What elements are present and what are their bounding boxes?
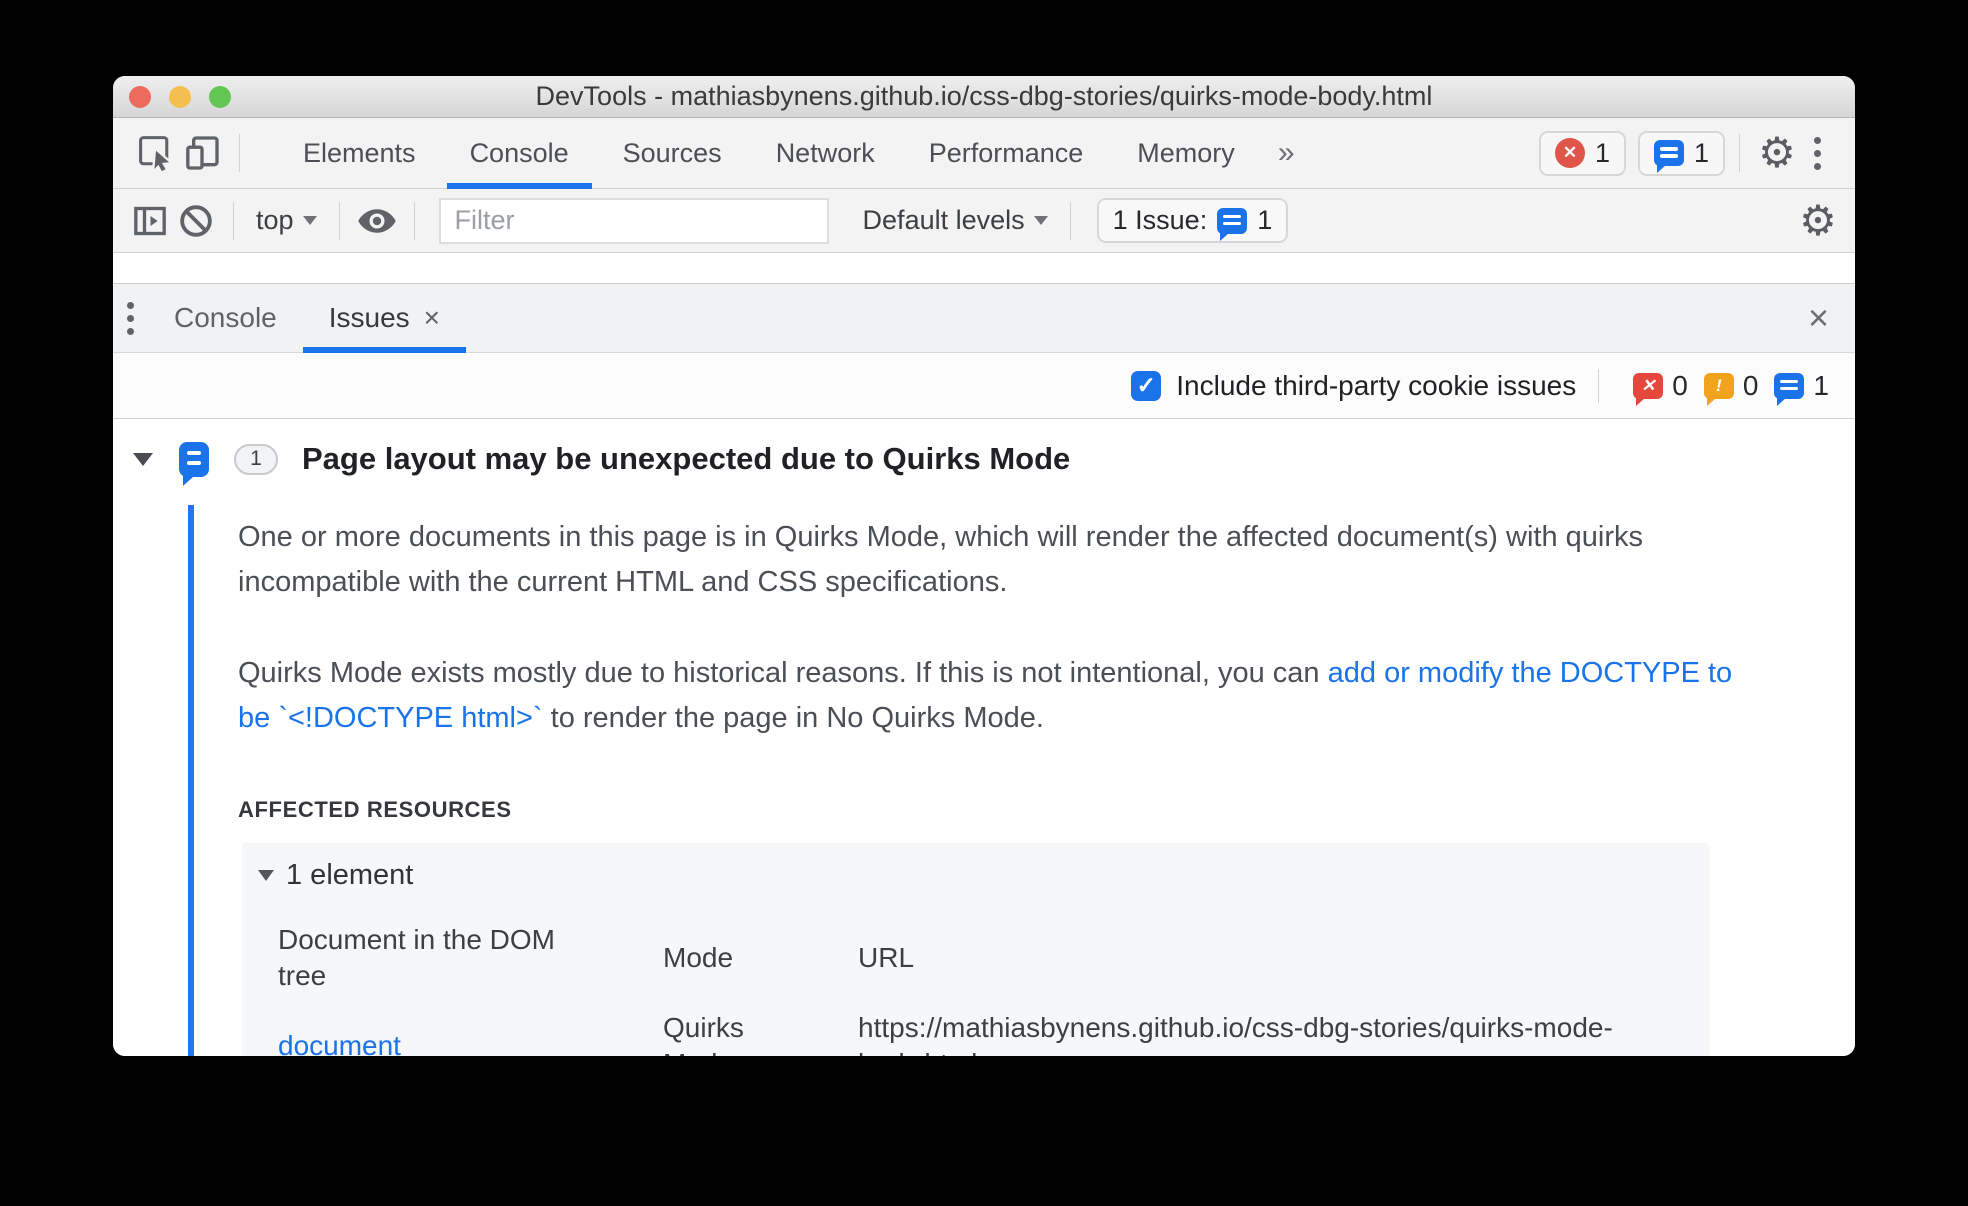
- close-window-button[interactable]: [129, 86, 151, 108]
- expand-triangle-icon: [258, 870, 274, 881]
- context-label: top: [256, 205, 294, 235]
- affected-resources-table: Document in the DOM tree Mode URL docume…: [278, 922, 1709, 1056]
- issue-description: One or more documents in this page is in…: [238, 521, 1643, 598]
- console-settings-gear-icon[interactable]: ⚙: [1795, 198, 1841, 244]
- log-levels-label: Default levels: [862, 205, 1025, 235]
- third-party-cookies-label[interactable]: Include third-party cookie issues: [1176, 370, 1576, 402]
- info-bubble-icon: [1774, 372, 1805, 406]
- chevron-down-icon: [302, 216, 317, 225]
- tab-sources[interactable]: Sources: [596, 118, 749, 188]
- tab-console[interactable]: Console: [443, 118, 596, 189]
- message-bubble-icon: [1217, 207, 1248, 241]
- title-bar: DevTools - mathiasbynens.github.io/css-d…: [113, 76, 1855, 118]
- inspect-element-icon[interactable]: [133, 130, 179, 176]
- toolbar-separator: [239, 134, 240, 172]
- warning-bubble-icon: !: [1703, 372, 1734, 406]
- document-link[interactable]: document: [278, 1030, 401, 1056]
- main-menu-icon[interactable]: [1800, 136, 1835, 170]
- issue-header[interactable]: 1 Page layout may be unexpected due to Q…: [113, 441, 1855, 486]
- table-row-url-cell: https://mathiasbynens.github.io/css-dbg-…: [858, 1012, 1613, 1056]
- issue-count-button[interactable]: 1: [1637, 130, 1725, 176]
- context-selector[interactable]: top: [248, 205, 325, 236]
- issue-kind-bubble-icon: [179, 441, 209, 486]
- issue-title: Page layout may be unexpected due to Qui…: [302, 441, 1071, 476]
- element-group-toggle[interactable]: 1 element: [258, 859, 1709, 892]
- devtools-window: DevTools - mathiasbynens.github.io/css-d…: [113, 76, 1855, 1056]
- third-party-cookies-checkbox[interactable]: ✓: [1131, 370, 1162, 401]
- drawer-tab-bar: Console Issues × ×: [113, 283, 1855, 353]
- chevron-down-icon: [1033, 216, 1048, 225]
- column-header-url: URL: [858, 942, 915, 973]
- message-bubble-icon: [1653, 140, 1684, 173]
- error-count-button[interactable]: ✕ 1: [1538, 130, 1626, 176]
- issues-warning-count: ! 0: [1703, 370, 1758, 406]
- tab-performance[interactable]: Performance: [902, 118, 1111, 188]
- settings-gear-icon[interactable]: ⚙: [1754, 130, 1800, 176]
- message-count: 1: [1693, 137, 1709, 168]
- column-header-mode: Mode: [663, 942, 734, 973]
- tab-memory[interactable]: Memory: [1110, 118, 1262, 188]
- element-group-label: 1 element: [286, 859, 414, 891]
- issue-body: One or more documents in this page is in…: [238, 515, 1815, 1056]
- toolbar-separator: [233, 201, 234, 240]
- more-tabs-icon[interactable]: »: [1262, 136, 1311, 170]
- log-levels-dropdown[interactable]: Default levels: [855, 205, 1056, 236]
- console-toolbar: top Default levels 1 Issue: 1 ⚙: [113, 189, 1855, 253]
- main-toolbar: Elements Console Sources Network Perform…: [113, 118, 1855, 189]
- affected-resources-panel: 1 element Document in the DOM tree Mode …: [242, 843, 1709, 1056]
- toolbar-separator: [1739, 134, 1740, 172]
- close-drawer-icon[interactable]: ×: [1782, 297, 1855, 339]
- issues-counter-label: 1 Issue:: [1112, 205, 1208, 235]
- issues-info-count: 1: [1774, 370, 1829, 406]
- live-expression-eye-icon[interactable]: [354, 198, 400, 244]
- tab-elements[interactable]: Elements: [276, 118, 443, 188]
- table-row-mode-cell: Quirks Mode: [663, 1012, 744, 1056]
- issues-panel-content: 1 Page layout may be unexpected due to Q…: [113, 419, 1855, 1056]
- traffic-lights: [129, 86, 231, 108]
- toolbar-separator: [413, 201, 415, 240]
- issue-resolution: Quirks Mode exists mostly due to histori…: [238, 657, 1733, 734]
- console-sidebar-icon[interactable]: [127, 198, 173, 244]
- issue-count-badge: 1: [234, 443, 278, 475]
- close-issues-tab-icon[interactable]: ×: [424, 302, 440, 334]
- tab-network[interactable]: Network: [749, 118, 902, 188]
- maximize-window-button[interactable]: [209, 86, 231, 108]
- error-bubble-icon: ✕: [1633, 372, 1664, 406]
- issues-error-count: ✕ 0: [1633, 370, 1688, 406]
- drawer-tab-issues[interactable]: Issues ×: [302, 284, 467, 353]
- table-row-element-cell: document: [278, 1030, 663, 1056]
- column-header-element: Document in the DOM tree: [278, 924, 555, 991]
- toolbar-separator: [338, 201, 340, 240]
- filter-input[interactable]: [438, 197, 829, 244]
- drawer-tab-console[interactable]: Console: [148, 284, 303, 352]
- panel-tabs: Elements Console Sources Network Perform…: [276, 118, 1262, 189]
- toolbar-separator: [1069, 201, 1071, 240]
- window-title: DevTools - mathiasbynens.github.io/css-d…: [535, 81, 1433, 111]
- issues-counter-button[interactable]: 1 Issue: 1: [1096, 198, 1289, 243]
- minimize-window-button[interactable]: [169, 86, 191, 108]
- toolbar-separator: [1598, 368, 1600, 403]
- clear-console-icon[interactable]: [173, 198, 219, 244]
- issue-accent-bar: [188, 505, 194, 1056]
- console-messages-area: [113, 253, 1855, 283]
- drawer-menu-icon[interactable]: [113, 301, 148, 335]
- expand-triangle-icon[interactable]: [133, 452, 153, 466]
- issues-counter-count: 1: [1257, 205, 1273, 235]
- issues-toolbar: ✓ Include third-party cookie issues ✕ 0 …: [113, 353, 1855, 419]
- error-icon: ✕: [1554, 138, 1585, 168]
- device-toolbar-icon[interactable]: [179, 130, 225, 176]
- error-count: 1: [1594, 137, 1610, 168]
- affected-resources-heading: AFFECTED RESOURCES: [238, 797, 512, 822]
